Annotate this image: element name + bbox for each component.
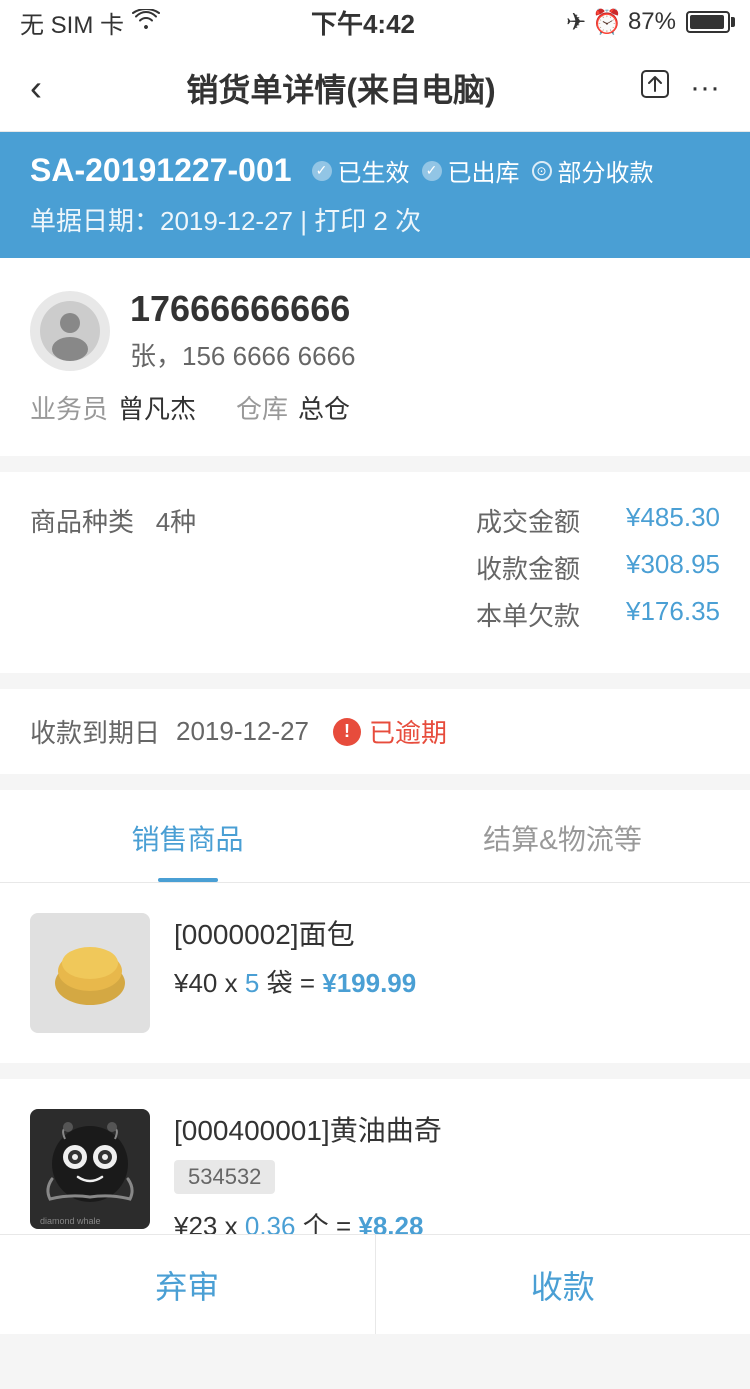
share-button[interactable] [640, 69, 670, 107]
wifi-icon [132, 8, 160, 36]
product-name-1: [0000002]面包 [174, 913, 720, 953]
status-partial-label: 部分收款 [558, 153, 654, 188]
salesperson-label: 业务员 [30, 389, 108, 426]
cancel-button[interactable]: 弃审 [0, 1235, 375, 1334]
debt-row: 本单欠款 ¥176.35 [476, 596, 720, 633]
customer-card: 17666666666 张，156 6666 6666 业务员 曾凡杰 仓库 总… [0, 258, 750, 456]
confirm-payment-button[interactable]: 收款 [375, 1235, 750, 1334]
list-item: [0000002]面包 ¥40 x 5 袋 = ¥199.99 [0, 883, 750, 1063]
carrier-label: 无 SIM 卡 [20, 5, 124, 40]
tab-sales-products[interactable]: 销售商品 [0, 790, 375, 882]
bottom-bar: 弃审 收款 [0, 1234, 750, 1334]
nav-bar: ‹ 销货单详情(来自电脑) ··· [0, 44, 750, 132]
equals-sign-1: = [300, 968, 322, 998]
battery-icon [686, 11, 730, 33]
status-shipped: ✓ 已出库 [422, 153, 520, 188]
tabs: 销售商品 结算&物流等 [0, 790, 750, 882]
category-label: 商品种类 [30, 507, 134, 537]
received-value: ¥308.95 [600, 549, 720, 586]
due-date-value: 2019-12-27 [176, 716, 309, 747]
amount-row: 成交金额 ¥485.30 [476, 502, 720, 539]
category-count: 4种 [156, 507, 196, 537]
summary-card: 商品种类 4种 成交金额 ¥485.30 收款金额 ¥308.95 本单欠款 ¥… [0, 472, 750, 673]
product-info-1: [0000002]面包 ¥40 x 5 袋 = ¥199.99 [174, 913, 720, 1000]
alarm-icon: ⏰ [592, 8, 622, 37]
overdue-badge: ! 已逾期 [333, 713, 447, 750]
customer-name-phone: 张，156 6666 6666 [130, 336, 356, 373]
warehouse-value: 总仓 [298, 389, 350, 426]
customer-info: 17666666666 张，156 6666 6666 [130, 288, 356, 373]
status-effective: ✓ 已生效 [312, 153, 410, 188]
due-date-card: 收款到期日 2019-12-27 ! 已逾期 [0, 689, 750, 774]
amount-value: ¥485.30 [600, 502, 720, 539]
product-price-1: ¥40 x 5 袋 = ¥199.99 [174, 963, 720, 1000]
product-list: [0000002]面包 ¥40 x 5 袋 = ¥199.99 [0, 883, 750, 1273]
check-icon-2: ✓ [422, 161, 442, 181]
customer-meta: 业务员 曾凡杰 仓库 总仓 [30, 389, 720, 426]
clock-icon: ⊙ [532, 161, 552, 181]
summary-right: 成交金额 ¥485.30 收款金额 ¥308.95 本单欠款 ¥176.35 [476, 502, 720, 643]
product-badge-2: 534532 [174, 1160, 275, 1194]
avatar [30, 291, 110, 371]
warehouse-item: 仓库 总仓 [236, 389, 350, 426]
salesperson-item: 业务员 曾凡杰 [30, 389, 196, 426]
more-button[interactable]: ··· [690, 71, 720, 105]
product-info-2: [000400001]黄油曲奇 534532 ¥23 x 0.36 个 = ¥8… [174, 1109, 720, 1243]
bread-image [30, 913, 150, 1033]
tab-settlement[interactable]: 结算&物流等 [375, 790, 750, 882]
warehouse-label: 仓库 [236, 389, 288, 426]
tabs-container: 销售商品 结算&物流等 [0, 790, 750, 883]
product-unit-price-1: ¥40 [174, 968, 217, 998]
overdue-icon: ! [333, 718, 361, 746]
product-thumbnail-2: diamond whale [30, 1109, 150, 1229]
summary-left: 商品种类 4种 [30, 502, 196, 539]
page-title: 销货单详情(来自电脑) [186, 65, 495, 111]
received-label: 收款金额 [476, 549, 580, 586]
product-thumbnail-1 [30, 913, 150, 1033]
status-shipped-label: 已出库 [448, 153, 520, 188]
product-total-1: ¥199.99 [322, 968, 416, 998]
banner-top: SA-20191227-001 ✓ 已生效 ✓ 已出库 ⊙ 部分收款 [30, 152, 720, 189]
battery-percent: 87% [628, 8, 676, 36]
multiply-sign-1: x [225, 968, 245, 998]
product-name-2: [000400001]黄油曲奇 [174, 1109, 720, 1149]
product-unit-1: 袋 [267, 968, 293, 998]
order-date: 单据日期：2019-12-27 | 打印 2 次 [30, 201, 720, 238]
received-row: 收款金额 ¥308.95 [476, 549, 720, 586]
debt-value: ¥176.35 [600, 596, 720, 633]
overdue-label: 已逾期 [369, 713, 447, 750]
check-icon-1: ✓ [312, 161, 332, 181]
customer-account-id: 17666666666 [130, 288, 356, 330]
location-icon: ✈ [566, 8, 586, 37]
nav-actions: ··· [640, 69, 720, 107]
order-id: SA-20191227-001 [30, 152, 292, 189]
amount-label: 成交金额 [476, 502, 580, 539]
status-bar: 无 SIM 卡 下午4:42 ✈ ⏰ 87% [0, 0, 750, 44]
back-button[interactable]: ‹ [30, 67, 42, 109]
status-time: 下午4:42 [311, 4, 415, 41]
svg-text:diamond whale: diamond whale [40, 1216, 101, 1226]
order-header-banner: SA-20191227-001 ✓ 已生效 ✓ 已出库 ⊙ 部分收款 单据日期：… [0, 132, 750, 258]
status-tags: ✓ 已生效 ✓ 已出库 ⊙ 部分收款 [312, 153, 654, 188]
status-partial-payment: ⊙ 部分收款 [532, 153, 654, 188]
debt-label: 本单欠款 [476, 596, 580, 633]
status-left: 无 SIM 卡 [20, 5, 160, 40]
product-qty-1: 5 [245, 968, 259, 998]
salesperson-value: 曾凡杰 [118, 389, 196, 426]
customer-row: 17666666666 张，156 6666 6666 [30, 288, 720, 373]
status-effective-label: 已生效 [338, 153, 410, 188]
due-date-label: 收款到期日 [30, 713, 160, 750]
status-right: ✈ ⏰ 87% [566, 8, 730, 37]
